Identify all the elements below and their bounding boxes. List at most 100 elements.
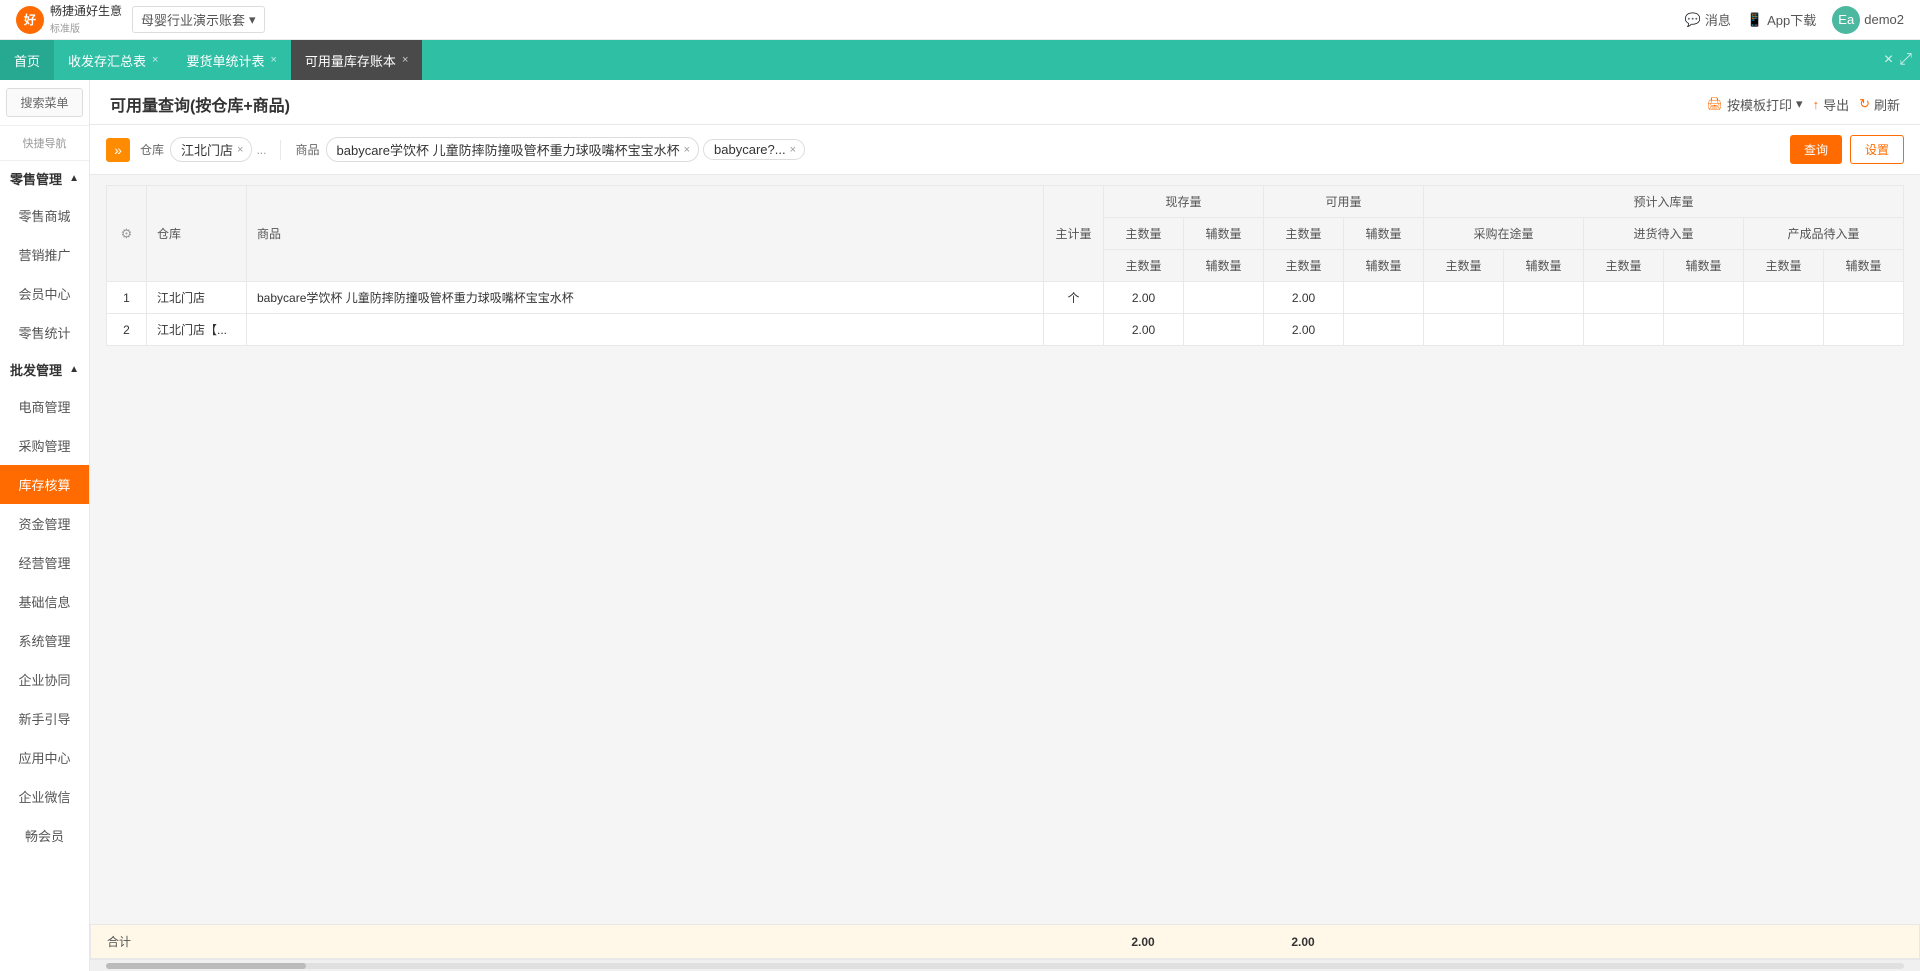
sidebar-item-app-center[interactable]: 应用中心 bbox=[0, 738, 89, 777]
filter-actions: 查询 设置 bbox=[1790, 135, 1904, 164]
export-btn[interactable]: ↑ 导出 bbox=[1813, 95, 1850, 114]
tab-close-receipt[interactable]: × bbox=[152, 54, 158, 66]
sidebar-item-member[interactable]: 会员中心 bbox=[0, 274, 89, 313]
cell-avail-main-2: 2.00 bbox=[1264, 314, 1344, 346]
print-icon: 🖨 bbox=[1707, 96, 1724, 112]
search-menu-btn[interactable]: 搜索菜单 bbox=[6, 88, 83, 117]
user-menu[interactable]: Ea demo2 bbox=[1832, 6, 1904, 34]
close-all-tabs-btn[interactable]: × bbox=[1884, 51, 1893, 69]
logo-sub: 标准版 bbox=[50, 20, 122, 35]
sidebar: 搜索菜单 快捷导航 零售管理 ▲ 零售商城 营销推广 会员中心 零售统计 批发管… bbox=[0, 80, 90, 971]
settings-icon[interactable]: ⚙ bbox=[121, 226, 133, 241]
footer-production-aux bbox=[1823, 935, 1903, 949]
sidebar-item-new-guide[interactable]: 新手引导 bbox=[0, 699, 89, 738]
th-purchase-main: 主数量 bbox=[1424, 250, 1504, 282]
tab-receipt-summary[interactable]: 收发存汇总表 × bbox=[54, 40, 172, 80]
query-button[interactable]: 查询 bbox=[1790, 135, 1842, 164]
cell-production-aux-1 bbox=[1824, 282, 1904, 314]
th-purchase-sub: 采购在途量 bbox=[1424, 218, 1584, 250]
sidebar-item-finance[interactable]: 资金管理 bbox=[0, 504, 89, 543]
footer-avail-main: 2.00 bbox=[1263, 935, 1343, 949]
print-btn[interactable]: 🖨 按模板打印 ▾ bbox=[1707, 95, 1803, 114]
cell-avail-aux-2 bbox=[1344, 314, 1424, 346]
sidebar-item-zero-sales[interactable]: 零售管理 ▲ bbox=[0, 161, 89, 196]
sidebar-item-procurement[interactable]: 采购管理 bbox=[0, 426, 89, 465]
th-production-main: 主数量 bbox=[1744, 250, 1824, 282]
sidebar-item-system[interactable]: 系统管理 bbox=[0, 621, 89, 660]
sidebar-item-zero-stats[interactable]: 零售统计 bbox=[0, 313, 89, 352]
data-table: ⚙ 仓库 商品 主计量 现存量 可用量 预计入库量 主数量 辅数量 主数量 辅数… bbox=[106, 185, 1904, 346]
footer-incoming-main bbox=[1583, 935, 1663, 949]
tab-available-stock[interactable]: 可用量库存账本 × bbox=[291, 40, 422, 80]
account-selector[interactable]: 母婴行业演示账套 ▾ bbox=[132, 6, 265, 33]
table-footer: 合计 2.00 2.00 bbox=[90, 924, 1920, 959]
horizontal-scrollbar-track[interactable] bbox=[106, 963, 1904, 969]
export-icon: ↑ bbox=[1813, 97, 1820, 112]
sidebar-item-marketing[interactable]: 营销推广 bbox=[0, 235, 89, 274]
cell-stock-main-1: 2.00 bbox=[1104, 282, 1184, 314]
page-header-actions: 🖨 按模板打印 ▾ ↑ 导出 ↻ 刷新 bbox=[1707, 95, 1901, 114]
app-icon: 📱 bbox=[1747, 12, 1763, 28]
cell-seq-1: 1 bbox=[107, 282, 147, 314]
warehouse-filter-group: 仓库 江北门店 × ... bbox=[140, 137, 266, 162]
main-layout: 搜索菜单 快捷导航 零售管理 ▲ 零售商城 营销推广 会员中心 零售统计 批发管… bbox=[0, 80, 1920, 971]
product-tags: babycare学饮杯 儿童防摔防撞吸管杯重力球吸嘴杯宝宝水杯 × babyca… bbox=[326, 137, 806, 162]
top-bar: 好 畅捷通好生意 标准版 母婴行业演示账套 ▾ 💬 消息 📱 App下载 Ea … bbox=[0, 0, 1920, 40]
footer-production-main bbox=[1743, 935, 1823, 949]
avatar: Ea bbox=[1832, 6, 1860, 34]
tab-close-available[interactable]: × bbox=[402, 54, 408, 66]
quick-nav-label[interactable]: 快捷导航 bbox=[6, 132, 83, 154]
table-row: 2 江北门店【... 2.00 2.00 bbox=[107, 314, 1904, 346]
cell-avail-main-1: 2.00 bbox=[1264, 282, 1344, 314]
cell-seq-2: 2 bbox=[107, 314, 147, 346]
cell-avail-aux-1 bbox=[1344, 282, 1424, 314]
product-tag-babycare2[interactable]: babycare?... × bbox=[703, 139, 805, 160]
fullscreen-btn[interactable]: ⤢ bbox=[1899, 51, 1912, 69]
settings-button[interactable]: 设置 bbox=[1850, 135, 1904, 164]
th-stock-aux2: 辅数量 bbox=[1184, 250, 1264, 282]
app-download-btn[interactable]: 📱 App下载 bbox=[1747, 10, 1816, 29]
warehouse-tag-close[interactable]: × bbox=[237, 144, 243, 156]
warehouse-tags: 江北门店 × ... bbox=[170, 137, 266, 162]
th-warehouse: 仓库 bbox=[147, 186, 247, 282]
tab-order-stats[interactable]: 要货单统计表 × bbox=[172, 40, 290, 80]
th-settings[interactable]: ⚙ bbox=[107, 186, 147, 282]
sidebar-item-enterprise[interactable]: 企业协同 bbox=[0, 660, 89, 699]
product-tag-close-1[interactable]: × bbox=[684, 144, 690, 156]
product-tag-babycare[interactable]: babycare学饮杯 儿童防摔防撞吸管杯重力球吸嘴杯宝宝水杯 × bbox=[326, 137, 700, 162]
warehouse-label: 仓库 bbox=[140, 141, 164, 158]
th-avail-main: 主数量 bbox=[1264, 218, 1344, 250]
cell-incoming-main-1 bbox=[1584, 282, 1664, 314]
warehouse-tag-jiangbei[interactable]: 江北门店 × bbox=[170, 137, 252, 162]
sidebar-item-operations[interactable]: 经营管理 bbox=[0, 543, 89, 582]
th-stock-group: 现存量 bbox=[1104, 186, 1264, 218]
product-tag-close-2[interactable]: × bbox=[790, 144, 796, 156]
logo-icon: 好 bbox=[16, 6, 44, 34]
horizontal-scrollbar-thumb[interactable] bbox=[106, 963, 306, 969]
cell-stock-aux-2 bbox=[1184, 314, 1264, 346]
warehouse-more[interactable]: ... bbox=[256, 143, 266, 157]
th-unit: 主计量 bbox=[1044, 186, 1104, 282]
chevron-icon-wholesale: ▲ bbox=[69, 364, 79, 375]
page-header: 可用量查询(按仓库+商品) 🖨 按模板打印 ▾ ↑ 导出 ↻ 刷新 bbox=[90, 80, 1920, 125]
sidebar-item-enterprise-wechat[interactable]: 企业微信 bbox=[0, 777, 89, 816]
sidebar-item-member2[interactable]: 畅会员 bbox=[0, 816, 89, 855]
refresh-btn[interactable]: ↻ 刷新 bbox=[1859, 95, 1900, 114]
tab-home[interactable]: 首页 bbox=[0, 40, 54, 80]
filter-divider-1 bbox=[280, 140, 281, 160]
cell-purchase-aux-2 bbox=[1504, 314, 1584, 346]
sidebar-item-basic-info[interactable]: 基础信息 bbox=[0, 582, 89, 621]
sidebar-item-zero-mall[interactable]: 零售商城 bbox=[0, 196, 89, 235]
sidebar-item-ecommerce[interactable]: 电商管理 bbox=[0, 387, 89, 426]
tab-close-order[interactable]: × bbox=[270, 54, 276, 66]
cell-incoming-aux-1 bbox=[1664, 282, 1744, 314]
cell-unit-1: 个 bbox=[1044, 282, 1104, 314]
th-production-aux: 辅数量 bbox=[1824, 250, 1904, 282]
message-btn[interactable]: 💬 消息 bbox=[1685, 10, 1731, 29]
cell-production-main-2 bbox=[1744, 314, 1824, 346]
sidebar-item-wholesale[interactable]: 批发管理 ▲ bbox=[0, 352, 89, 387]
table-container: ⚙ 仓库 商品 主计量 现存量 可用量 预计入库量 主数量 辅数量 主数量 辅数… bbox=[90, 175, 1920, 924]
th-production-sub: 产成品待入量 bbox=[1744, 218, 1904, 250]
filter-expand-btn[interactable]: » bbox=[106, 138, 130, 162]
sidebar-item-inventory[interactable]: 库存核算 bbox=[0, 465, 89, 504]
